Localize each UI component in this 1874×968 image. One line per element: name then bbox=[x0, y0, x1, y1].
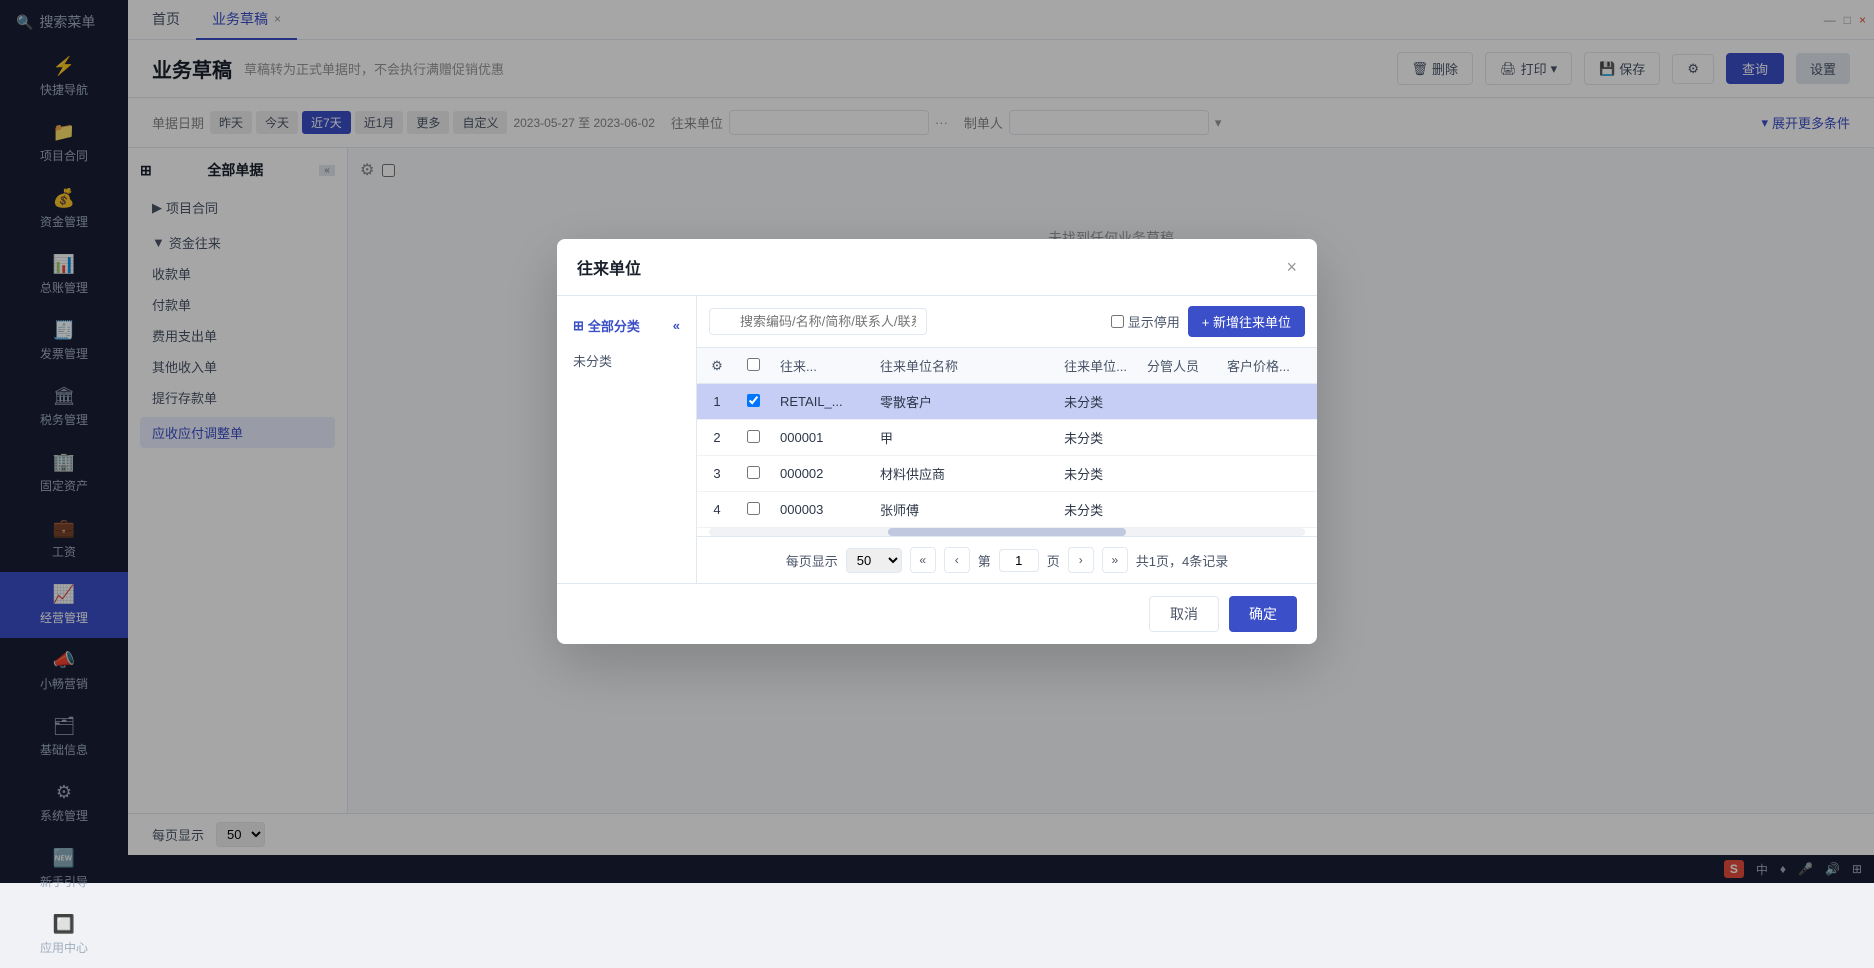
table-body: 1 RETAIL_... 零散客户 未分类 2 bbox=[697, 384, 1317, 528]
prev-page-btn[interactable]: ‹ bbox=[944, 547, 970, 573]
select-all-dialog-checkbox[interactable] bbox=[747, 358, 760, 371]
row-code: 000003 bbox=[770, 492, 870, 528]
dialog-header: 往来单位 × bbox=[557, 239, 1317, 296]
page-input[interactable] bbox=[999, 549, 1039, 572]
th-category[interactable]: 往来单位... bbox=[1054, 348, 1137, 384]
page-size-label: 每页显示 bbox=[786, 551, 838, 570]
dialog-pagination: 每页显示 50 10 20 100 « ‹ 第 页 › » 共1页，4条记录 bbox=[697, 536, 1317, 583]
dialog-right: 🔍 显示停用 + 新增往来单位 bbox=[697, 296, 1317, 583]
row-person bbox=[1137, 420, 1217, 456]
sidebar-item-label: 应用中心 bbox=[40, 939, 88, 956]
row-index: 2 bbox=[697, 420, 737, 456]
row-code: 000001 bbox=[770, 420, 870, 456]
row-code: RETAIL_... bbox=[770, 384, 870, 420]
row-check[interactable] bbox=[737, 420, 770, 456]
row-category: 未分类 bbox=[1054, 384, 1137, 420]
dialog-cat-all[interactable]: ⊞ 全部分类 « bbox=[557, 308, 696, 343]
table-row[interactable]: 1 RETAIL_... 零散客户 未分类 bbox=[697, 384, 1317, 420]
row-category: 未分类 bbox=[1054, 420, 1137, 456]
dialog-table: ⚙ 往来... 往来单位名称 往来单位... 分管人员 客户价格... bbox=[697, 348, 1317, 528]
partner-table: ⚙ 往来... 往来单位名称 往来单位... 分管人员 客户价格... bbox=[697, 348, 1317, 528]
row-index: 4 bbox=[697, 492, 737, 528]
dialog-close-btn[interactable]: × bbox=[1286, 257, 1297, 278]
row-category: 未分类 bbox=[1054, 456, 1137, 492]
dialog-scrollbar[interactable] bbox=[709, 528, 1305, 536]
show-disabled-checkbox[interactable] bbox=[1111, 315, 1124, 328]
dialog-overlay: 往来单位 × ⊞ 全部分类 « 未分类 🔍 bbox=[0, 0, 1874, 883]
dialog-body: ⊞ 全部分类 « 未分类 🔍 显示停用 bbox=[557, 296, 1317, 583]
row-index: 3 bbox=[697, 456, 737, 492]
row-price bbox=[1217, 492, 1317, 528]
table-row[interactable]: 3 000002 材料供应商 未分类 bbox=[697, 456, 1317, 492]
search-wrap: 🔍 bbox=[709, 308, 1103, 335]
table-header: ⚙ 往来... 往来单位名称 往来单位... 分管人员 客户价格... bbox=[697, 348, 1317, 384]
row-category: 未分类 bbox=[1054, 492, 1137, 528]
page-size-select[interactable]: 50 10 20 100 bbox=[846, 548, 902, 573]
show-disabled-label[interactable]: 显示停用 bbox=[1111, 312, 1180, 331]
table-row[interactable]: 4 000003 张师傅 未分类 bbox=[697, 492, 1317, 528]
dialog-left-collapse-icon[interactable]: « bbox=[673, 318, 680, 333]
row-price bbox=[1217, 384, 1317, 420]
th-price[interactable]: 客户价格... bbox=[1217, 348, 1317, 384]
page-label: 第 bbox=[978, 551, 991, 570]
row-check[interactable] bbox=[737, 492, 770, 528]
row-name: 张师傅 bbox=[870, 492, 1054, 528]
th-code[interactable]: 往来... bbox=[770, 348, 870, 384]
dialog-left: ⊞ 全部分类 « 未分类 bbox=[557, 296, 697, 583]
total-info: 共1页，4条记录 bbox=[1136, 551, 1228, 570]
th-settings[interactable]: ⚙ bbox=[697, 348, 737, 384]
row-check[interactable] bbox=[737, 456, 770, 492]
cancel-button[interactable]: 取消 bbox=[1149, 596, 1219, 632]
row-code: 000002 bbox=[770, 456, 870, 492]
th-check[interactable] bbox=[737, 348, 770, 384]
row-price bbox=[1217, 420, 1317, 456]
dialog-cat-uncategorized[interactable]: 未分类 bbox=[557, 343, 696, 378]
row-person bbox=[1137, 384, 1217, 420]
table-row[interactable]: 2 000001 甲 未分类 bbox=[697, 420, 1317, 456]
dialog-search-input[interactable] bbox=[709, 308, 927, 335]
dialog-footer: 取消 确定 bbox=[557, 583, 1317, 644]
row-name: 零散客户 bbox=[870, 384, 1054, 420]
first-page-btn[interactable]: « bbox=[910, 547, 936, 573]
page-unit: 页 bbox=[1047, 551, 1060, 570]
partner-dialog: 往来单位 × ⊞ 全部分类 « 未分类 🔍 bbox=[557, 239, 1317, 644]
row-index: 1 bbox=[697, 384, 737, 420]
th-name[interactable]: 往来单位名称 bbox=[870, 348, 1054, 384]
last-page-btn[interactable]: » bbox=[1102, 547, 1128, 573]
row-check[interactable] bbox=[737, 384, 770, 420]
add-partner-button[interactable]: + 新增往来单位 bbox=[1188, 306, 1305, 337]
row-name: 甲 bbox=[870, 420, 1054, 456]
row-person bbox=[1137, 456, 1217, 492]
dialog-title: 往来单位 bbox=[577, 255, 641, 279]
next-page-btn[interactable]: › bbox=[1068, 547, 1094, 573]
row-name: 材料供应商 bbox=[870, 456, 1054, 492]
confirm-button[interactable]: 确定 bbox=[1229, 596, 1297, 632]
th-person[interactable]: 分管人员 bbox=[1137, 348, 1217, 384]
dialog-scrollbar-thumb[interactable] bbox=[888, 528, 1126, 536]
apps-icon: 🔲 bbox=[53, 914, 75, 935]
grid-icon: ⊞ bbox=[573, 318, 584, 334]
row-price bbox=[1217, 456, 1317, 492]
sidebar-item-apps[interactable]: 🔲 应用中心 bbox=[0, 902, 128, 968]
dialog-toolbar: 🔍 显示停用 + 新增往来单位 bbox=[697, 296, 1317, 348]
row-person bbox=[1137, 492, 1217, 528]
